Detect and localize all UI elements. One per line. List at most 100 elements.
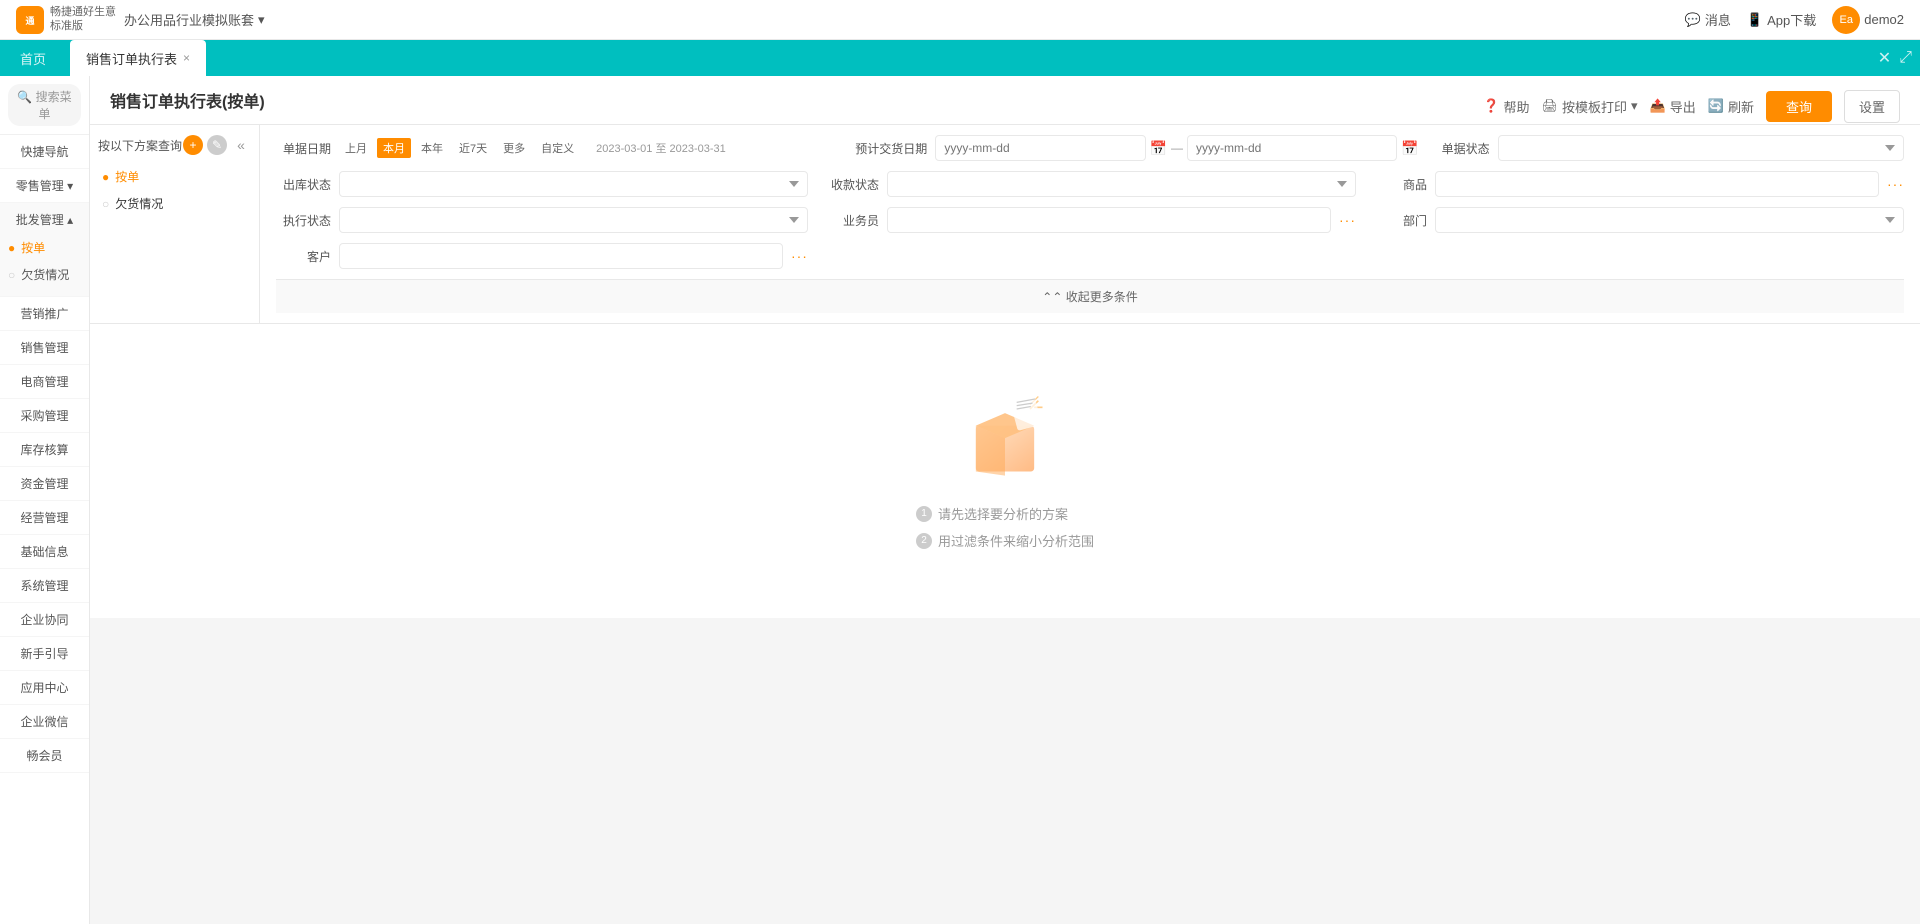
sidebar-item-member[interactable]: 畅会员	[0, 739, 89, 773]
salesperson-picker-icon[interactable]: ···	[1339, 212, 1356, 228]
app-selector[interactable]: 办公用品行业模拟账套 ▾	[124, 10, 265, 29]
sidebar-item-wholesale[interactable]: 批发管理 ▴ ● 按单 ○ 欠货情况	[0, 203, 89, 297]
scheme-icon: ●	[102, 170, 109, 184]
expected-date-end[interactable]	[1187, 135, 1397, 161]
app-download-button[interactable]: 📱 App下载	[1747, 10, 1816, 29]
filter-group-expected-date: 预计交货日期 📅 — 📅	[855, 135, 1418, 161]
sidebar-item-system[interactable]: 系统管理	[0, 569, 89, 603]
add-scheme-button[interactable]: +	[183, 135, 203, 155]
filter-main: 单据日期 上月 本月 本年 近7天 更多 自定义 2023-03-01 至 20…	[260, 125, 1920, 323]
date-range-display: 2023-03-01 至 2023-03-31	[596, 140, 726, 156]
chevron-up-icon: ⌃⌃	[1042, 290, 1062, 304]
logo-icon: 通	[16, 6, 44, 34]
sidebar-item-finance[interactable]: 资金管理	[0, 467, 89, 501]
sidebar-item-inventory[interactable]: 库存核算	[0, 433, 89, 467]
customer-picker-icon[interactable]: ···	[791, 248, 808, 264]
expected-date-start[interactable]	[935, 135, 1145, 161]
empty-tip-2: 2 用过滤条件来缩小分析范围	[916, 531, 1094, 550]
sidebar-item-basic-info[interactable]: 基础信息	[0, 535, 89, 569]
maximize-window-icon[interactable]: ⤢	[1899, 49, 1912, 67]
refresh-button[interactable]: 🔄 刷新	[1708, 97, 1754, 116]
chevron-down-icon: ▾	[258, 12, 265, 28]
help-button[interactable]: ❓ 帮助	[1483, 97, 1529, 116]
content-area: 销售订单执行表(按单) ❓ 帮助 🖨 按模板打印 ▾ 📤 导出 🔄 刷新	[90, 76, 1920, 924]
user-profile[interactable]: Ea demo2	[1832, 6, 1904, 34]
settings-button[interactable]: 设置	[1844, 90, 1900, 123]
sidebar-item-enterprise-collab[interactable]: 企业协同	[0, 603, 89, 637]
bill-status-select[interactable]	[1498, 135, 1904, 161]
date-quick-buttons: 上月 本月 本年 近7天 更多 自定义	[339, 138, 580, 158]
header-left: 通 畅捷通好生意 标准版 办公用品行业模拟账套 ▾	[16, 6, 265, 34]
search-button[interactable]: 查询	[1766, 91, 1832, 122]
tab-close-icon[interactable]: ×	[183, 51, 190, 65]
svg-text:通: 通	[25, 15, 34, 26]
filter-group-exec-status: 执行状态	[276, 207, 808, 233]
date-btn-this-month[interactable]: 本月	[377, 138, 411, 158]
date-label: 单据日期	[276, 140, 331, 157]
goods-label: 商品	[1372, 176, 1427, 193]
sidebar-item-sales[interactable]: 销售管理	[0, 331, 89, 365]
date-btn-this-year[interactable]: 本年	[415, 138, 449, 158]
date-btn-7-days[interactable]: 近7天	[453, 138, 493, 158]
help-icon: ❓	[1483, 98, 1499, 114]
filter-row-4: 客户 ···	[276, 243, 1904, 269]
message-button[interactable]: 💬 消息	[1685, 10, 1731, 29]
delivery-status-select[interactable]	[339, 171, 808, 197]
header-right: 💬 消息 📱 App下载 Ea demo2	[1685, 6, 1904, 34]
sidebar-item-marketing[interactable]: 营销推广	[0, 297, 89, 331]
scheme-item-欠货情况[interactable]: ○ 欠货情况	[98, 190, 251, 217]
sidebar-item-enterprise-wechat[interactable]: 企业微信	[0, 705, 89, 739]
scheme-icons: + ✎ «	[183, 135, 251, 155]
calendar-start-icon[interactable]: 📅	[1150, 140, 1167, 157]
salesperson-input[interactable]	[887, 207, 1331, 233]
filter-group-delivery-status: 出库状态	[276, 171, 808, 197]
goods-picker-icon[interactable]: ···	[1887, 176, 1904, 192]
payment-status-label: 收款状态	[824, 176, 879, 193]
collapse-sidebar-button[interactable]: «	[231, 135, 251, 155]
scheme-item-按单[interactable]: ● 按单	[98, 163, 251, 190]
goods-input[interactable]	[1435, 171, 1879, 197]
date-btn-custom[interactable]: 自定义	[535, 138, 580, 158]
customer-input[interactable]	[339, 243, 783, 269]
sidebar-item-app-center[interactable]: 应用中心	[0, 671, 89, 705]
search-menu-input[interactable]: 🔍 搜索菜单	[8, 84, 81, 126]
tab-active[interactable]: 销售订单执行表 ×	[70, 40, 206, 76]
sidebar-item-purchase[interactable]: 采购管理	[0, 399, 89, 433]
sidebar-item-ecommerce[interactable]: 电商管理	[0, 365, 89, 399]
page-header: 销售订单执行表(按单) ❓ 帮助 🖨 按模板打印 ▾ 📤 导出 🔄 刷新	[90, 76, 1920, 125]
sidebar-item-retail[interactable]: 零售管理 ▾	[0, 169, 89, 203]
filter-group-payment-status: 收款状态	[824, 171, 1356, 197]
date-btn-more[interactable]: 更多	[497, 138, 531, 158]
exec-status-label: 执行状态	[276, 212, 331, 229]
salesperson-label: 业务员	[824, 212, 879, 229]
export-button[interactable]: 📤 导出	[1650, 97, 1696, 116]
logo-area: 通 畅捷通好生意 标准版	[16, 6, 116, 34]
exec-status-select[interactable]	[339, 207, 808, 233]
sidebar-item-newbie[interactable]: 新手引导	[0, 637, 89, 671]
sidebar: 🔍 搜索菜单 快捷导航 零售管理 ▾ 批发管理 ▴ ● 按单	[0, 76, 90, 924]
sub-item-按单[interactable]: ● 按单	[4, 234, 85, 261]
message-icon: 💬	[1685, 12, 1701, 28]
page-actions: ❓ 帮助 🖨 按模板打印 ▾ 📤 导出 🔄 刷新 查询 设置	[1483, 90, 1900, 123]
tab-home[interactable]: 首页	[0, 40, 66, 76]
sidebar-item-quick-nav[interactable]: 快捷导航	[0, 135, 89, 169]
filter-row-2: 出库状态 收款状态 商品 ···	[276, 171, 1904, 197]
date-btn-last-month[interactable]: 上月	[339, 138, 373, 158]
calendar-end-icon[interactable]: 📅	[1401, 140, 1418, 157]
expected-date-range: 📅 — 📅	[935, 135, 1418, 161]
print-button[interactable]: 🖨 按模板打印 ▾	[1542, 97, 1638, 116]
department-label: 部门	[1372, 212, 1427, 229]
close-window-icon[interactable]: ✕	[1878, 48, 1891, 68]
department-select[interactable]	[1435, 207, 1904, 233]
filter-group-bill-status: 单据状态	[1435, 135, 1904, 161]
sidebar-item-operations[interactable]: 经营管理	[0, 501, 89, 535]
filter-row-1: 单据日期 上月 本月 本年 近7天 更多 自定义 2023-03-01 至 20…	[276, 135, 1904, 161]
sub-item-欠货情况[interactable]: ○ 欠货情况	[4, 261, 85, 288]
filter-group-date: 单据日期 上月 本月 本年 近7天 更多 自定义 2023-03-01 至 20…	[276, 138, 839, 158]
refresh-icon: 🔄	[1708, 98, 1724, 114]
payment-status-select[interactable]	[887, 171, 1356, 197]
export-icon: 📤	[1650, 98, 1666, 114]
filter-group-goods: 商品 ···	[1372, 171, 1904, 197]
edit-scheme-button[interactable]: ✎	[207, 135, 227, 155]
collapse-filters-button[interactable]: ⌃⌃ 收起更多条件	[276, 279, 1904, 313]
